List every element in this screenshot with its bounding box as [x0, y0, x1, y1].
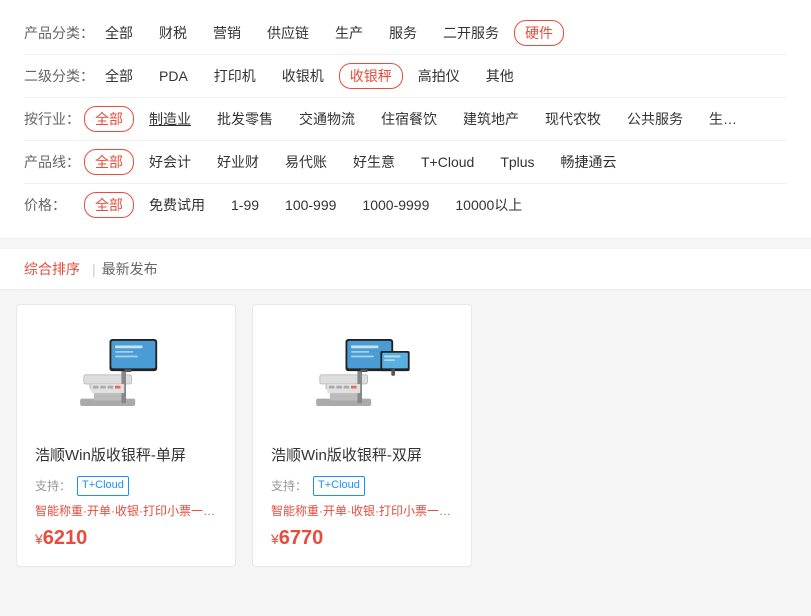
sub-highcam[interactable]: 高拍仪	[407, 63, 471, 89]
pl-haoshengyi[interactable]: 好生意	[342, 149, 406, 175]
cat-marketing[interactable]: 营销	[202, 20, 252, 46]
ind-hotel[interactable]: 住宿餐饮	[370, 106, 448, 132]
pl-changjie[interactable]: 畅捷通云	[550, 149, 628, 175]
sort-newest[interactable]: 最新发布	[102, 259, 158, 279]
cat-all[interactable]: 全部	[94, 20, 144, 46]
product-category-row: 产品分类： 全部 财税 营销 供应链 生产 服务 二开服务 硬件	[24, 12, 787, 55]
price-all[interactable]: 全部	[84, 192, 134, 218]
sub-cashscale[interactable]: 收银秤	[339, 63, 403, 89]
pl-haokuaiji[interactable]: 好会计	[138, 149, 202, 175]
product-image-2	[271, 323, 453, 433]
product-desc-2: 智能称重·开单·收银·打印小票一体化	[271, 502, 453, 519]
ind-wholesale[interactable]: 批发零售	[206, 106, 284, 132]
product-illustration-2	[307, 333, 417, 423]
product-image-1	[35, 323, 217, 433]
cat-supply[interactable]: 供应链	[256, 20, 320, 46]
product-line-row: 产品线： 全部 好会计 好业财 易代账 好生意 T+Cloud Tplus 畅捷…	[24, 141, 787, 184]
sub-all[interactable]: 全部	[94, 63, 144, 89]
sub-pda[interactable]: PDA	[148, 65, 199, 87]
ind-public[interactable]: 公共服务	[616, 106, 694, 132]
support-label-1: 支持：	[35, 477, 71, 494]
sort-active[interactable]: 综合排序	[24, 259, 86, 279]
product-support-2: 支持： T+Cloud	[271, 476, 453, 496]
sub-cashier[interactable]: 收银机	[271, 63, 335, 89]
product-price-1: ¥6210	[35, 527, 217, 550]
product-price-2: ¥6770	[271, 527, 453, 550]
product-support-1: 支持： T+Cloud	[35, 476, 217, 496]
sub-printer[interactable]: 打印机	[203, 63, 267, 89]
products-area: 浩顺Win版收银秤-单屏 支持： T+Cloud 智能称重·开单·收银·打印小票…	[0, 290, 811, 581]
cat-open[interactable]: 二开服务	[432, 20, 510, 46]
industry-label: 按行业：	[24, 109, 84, 129]
product-category-label: 产品分类：	[24, 23, 94, 43]
sub-category-label: 二级分类：	[24, 66, 94, 86]
support-label-2: 支持：	[271, 477, 307, 494]
currency-symbol-1: ¥	[35, 531, 43, 547]
ind-realestate[interactable]: 建筑地产	[452, 106, 530, 132]
price-1-99[interactable]: 1-99	[220, 194, 270, 216]
cat-service[interactable]: 服务	[378, 20, 428, 46]
price-1000-9999[interactable]: 1000-9999	[351, 194, 440, 216]
product-illustration-1	[71, 333, 181, 423]
cat-production[interactable]: 生产	[324, 20, 374, 46]
price-free[interactable]: 免费试用	[138, 192, 216, 218]
support-badge-1: T+Cloud	[77, 476, 129, 496]
price-label: 价格：	[24, 195, 84, 215]
product-name-2: 浩顺Win版收银秤-双屏	[271, 445, 453, 466]
sub-category-row: 二级分类： 全部 PDA 打印机 收银机 收银秤 高拍仪 其他	[24, 55, 787, 98]
price-number-1: 6210	[43, 527, 88, 549]
ind-mfg[interactable]: 制造业	[138, 106, 202, 132]
price-items: 全部 免费试用 1-99 100-999 1000-9999 10000以上	[84, 192, 533, 218]
product-name-1: 浩顺Win版收银秤-单屏	[35, 445, 217, 466]
pl-haoyecai[interactable]: 好业财	[206, 149, 270, 175]
price-10000plus[interactable]: 10000以上	[444, 192, 533, 218]
ind-transport[interactable]: 交通物流	[288, 106, 366, 132]
price-100-999[interactable]: 100-999	[274, 194, 347, 216]
sort-divider: |	[92, 261, 96, 277]
price-row: 价格： 全部 免费试用 1-99 100-999 1000-9999 10000…	[24, 184, 787, 226]
cat-tax[interactable]: 财税	[148, 20, 198, 46]
sub-category-items: 全部 PDA 打印机 收银机 收银秤 高拍仪 其他	[94, 63, 525, 89]
ind-all[interactable]: 全部	[84, 106, 134, 132]
support-badge-2: T+Cloud	[313, 476, 365, 496]
sub-other[interactable]: 其他	[475, 63, 525, 89]
product-category-items: 全部 财税 营销 供应链 生产 服务 二开服务 硬件	[94, 20, 564, 46]
product-card-2[interactable]: 浩顺Win版收银秤-双屏 支持： T+Cloud 智能称重·开单·收银·打印小票…	[252, 304, 472, 567]
industry-items: 全部 制造业 批发零售 交通物流 住宿餐饮 建筑地产 现代农牧 公共服务 生…	[84, 106, 748, 132]
product-desc-1: 智能称重·开单·收银·打印小票一体化	[35, 502, 217, 519]
pl-all[interactable]: 全部	[84, 149, 134, 175]
pl-yidaizhang[interactable]: 易代账	[274, 149, 338, 175]
filter-section: 产品分类： 全部 财税 营销 供应链 生产 服务 二开服务 硬件 二级分类： 全…	[0, 0, 811, 239]
pl-tcloud[interactable]: T+Cloud	[410, 151, 485, 173]
currency-symbol-2: ¥	[271, 531, 279, 547]
pl-tplus[interactable]: Tplus	[489, 151, 545, 173]
product-card-1[interactable]: 浩顺Win版收银秤-单屏 支持： T+Cloud 智能称重·开单·收银·打印小票…	[16, 304, 236, 567]
ind-bio[interactable]: 生…	[698, 106, 748, 132]
product-line-items: 全部 好会计 好业财 易代账 好生意 T+Cloud Tplus 畅捷通云	[84, 149, 628, 175]
industry-row: 按行业： 全部 制造业 批发零售 交通物流 住宿餐饮 建筑地产 现代农牧 公共服…	[24, 98, 787, 141]
sort-bar: 综合排序 | 最新发布	[0, 249, 811, 290]
price-number-2: 6770	[279, 527, 324, 549]
cat-hardware[interactable]: 硬件	[514, 20, 564, 46]
product-line-label: 产品线：	[24, 152, 84, 172]
ind-agri[interactable]: 现代农牧	[534, 106, 612, 132]
